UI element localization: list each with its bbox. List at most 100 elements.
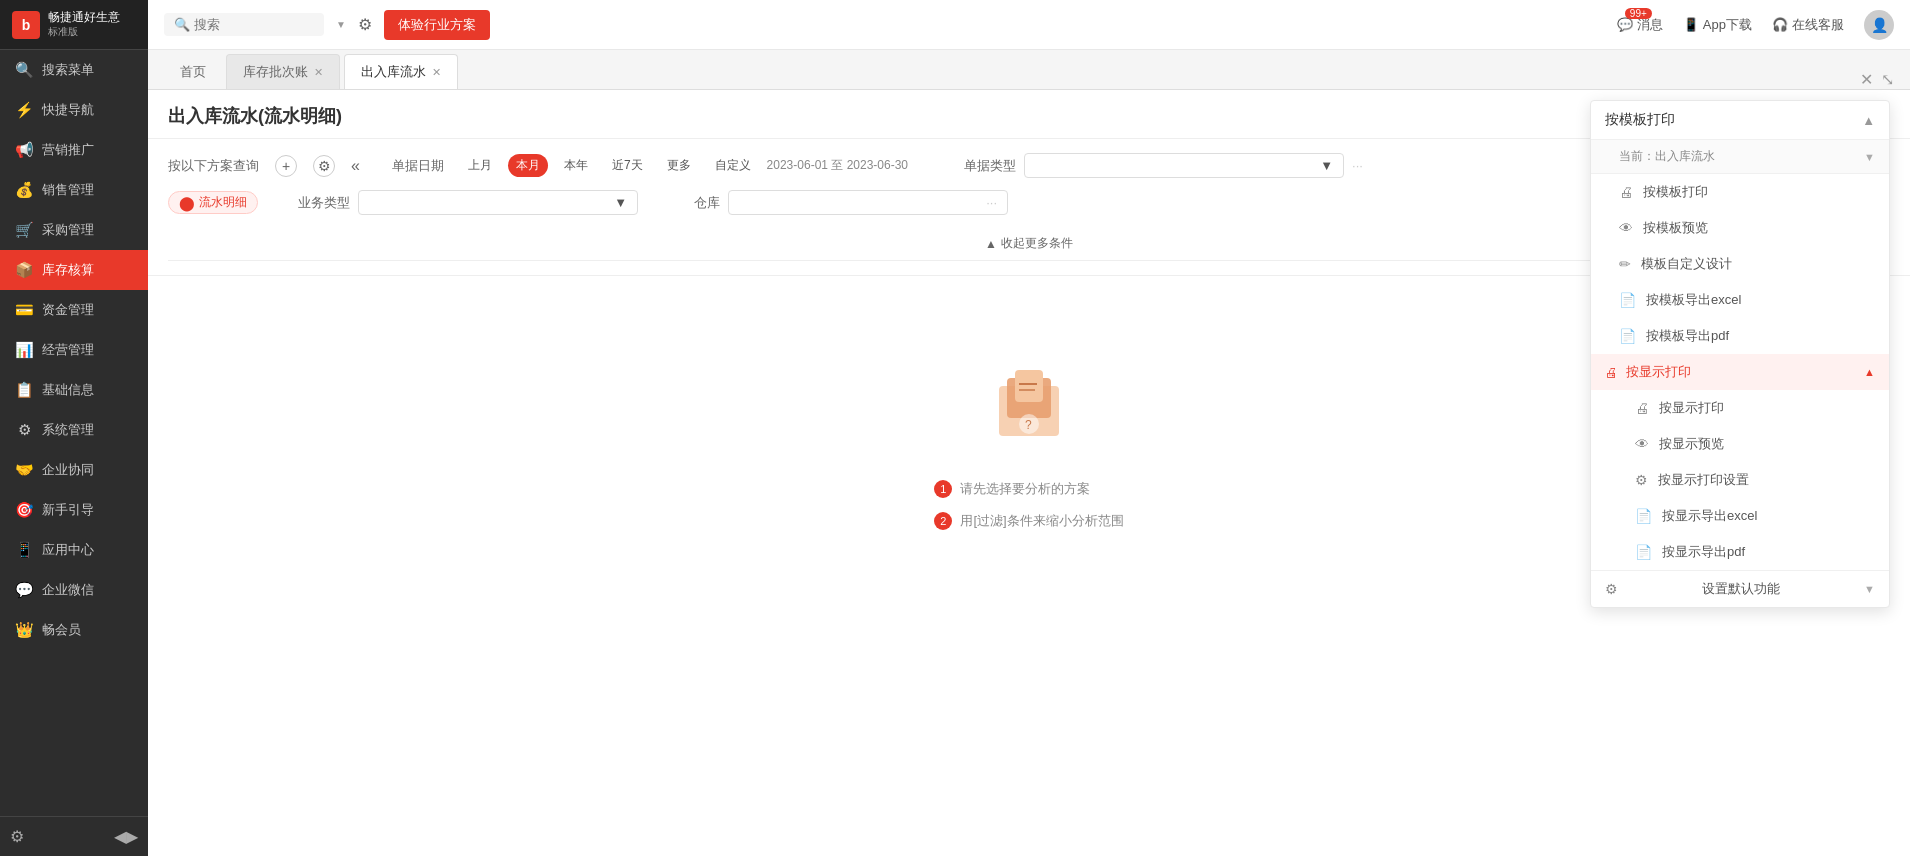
dp-display-print-settings[interactable]: ⚙ 按显示打印设置 — [1591, 462, 1889, 498]
sidebar-item-app-center[interactable]: 📱 应用中心 — [0, 530, 148, 570]
user-icon: 👤 — [1871, 17, 1888, 33]
current-label: 当前：出入库流水 — [1619, 148, 1715, 165]
sidebar-item-label: 畅会员 — [42, 621, 81, 639]
sidebar-item-label: 销售管理 — [42, 181, 94, 199]
search-box[interactable]: 🔍 — [164, 13, 324, 36]
chat-icon: 💬 — [14, 580, 34, 600]
topbar-settings-icon[interactable]: ⚙ — [358, 15, 372, 34]
business-type-select[interactable]: ▼ — [358, 190, 638, 215]
add-filter-btn[interactable]: + — [275, 155, 297, 177]
tab-home[interactable]: 首页 — [164, 55, 222, 89]
search-input[interactable] — [194, 17, 314, 32]
user-avatar[interactable]: 👤 — [1864, 10, 1894, 40]
dp-template-custom[interactable]: ✏ 模板自定义设计 — [1591, 246, 1889, 282]
warehouse-more[interactable]: ··· — [986, 195, 997, 210]
voucher-type-dropdown: ▼ — [1320, 158, 1333, 173]
sidebar-item-sales[interactable]: 💰 销售管理 — [0, 170, 148, 210]
dp-display-section-title: 🖨 按显示打印 — [1605, 363, 1691, 381]
warehouse-select[interactable]: ··· — [728, 190, 1008, 215]
filter-settings-btn[interactable]: ⚙ — [313, 155, 335, 177]
content-wrapper: 出入库流水(流水明细) 🖨 按模板打印 ▲ 📤 导出 🔄 — [148, 90, 1910, 856]
tab-label: 库存批次账 — [243, 63, 308, 81]
sidebar-item-label: 系统管理 — [42, 421, 94, 439]
date-this-year[interactable]: 本年 — [556, 154, 596, 177]
dp-display-section-header[interactable]: 🖨 按显示打印 ▲ — [1591, 354, 1889, 390]
search-dropdown-arrow[interactable]: ▼ — [336, 19, 346, 30]
top-bar: 🔍 ▼ ⚙ 体验行业方案 💬 消息 99+ 📱 App下载 🎧 — [148, 0, 1910, 50]
online-service-btn[interactable]: 🎧 在线客服 — [1772, 16, 1844, 34]
dropdown-close-chevron[interactable]: ▲ — [1862, 113, 1875, 128]
date-last-month[interactable]: 上月 — [460, 154, 500, 177]
dp-display-print[interactable]: 🖨 按显示打印 — [1591, 390, 1889, 426]
sidebar-item-guide[interactable]: 🎯 新手引导 — [0, 490, 148, 530]
sidebar-item-operations[interactable]: 📊 经营管理 — [0, 330, 148, 370]
tab-flow[interactable]: 出入库流水 ✕ — [344, 54, 458, 89]
dropdown-header: 按模板打印 ▲ — [1591, 101, 1889, 140]
date-last-7-days[interactable]: 近7天 — [604, 154, 651, 177]
sidebar-item-label: 资金管理 — [42, 301, 94, 319]
settings-default-icon: ⚙ — [1605, 581, 1618, 597]
printer-icon: 🖨 — [1619, 184, 1633, 200]
sidebar-item-member[interactable]: 👑 畅会员 — [0, 610, 148, 650]
collapse-sidebar-icon[interactable]: ◀▶ — [114, 827, 138, 846]
voucher-type-select[interactable]: ▼ — [1024, 153, 1344, 178]
dp-template-preview[interactable]: 👁 按模板预览 — [1591, 210, 1889, 246]
cart-icon: 🛒 — [14, 220, 34, 240]
dp-template-export-excel[interactable]: 📄 按模板导出excel — [1591, 282, 1889, 318]
clipboard-icon: 📋 — [14, 380, 34, 400]
industry-btn[interactable]: 体验行业方案 — [384, 10, 490, 40]
date-custom[interactable]: 自定义 — [707, 154, 759, 177]
business-type-label: 业务类型 — [298, 194, 350, 212]
settings-bottom-icon[interactable]: ⚙ — [10, 827, 24, 846]
app-download-label: App下载 — [1703, 16, 1752, 34]
settings-icon: ⚙ — [1635, 472, 1648, 488]
headset-icon: 🎧 — [1772, 17, 1788, 32]
flow-tag[interactable]: ⬤ 流水明细 — [168, 191, 258, 214]
megaphone-icon: 📢 — [14, 140, 34, 160]
app-download-btn[interactable]: 📱 App下载 — [1683, 16, 1752, 34]
dp-sub-item-label: 按显示导出excel — [1662, 507, 1757, 525]
business-type-section: 业务类型 ▼ — [298, 190, 638, 215]
collapse-filter-icon[interactable]: « — [351, 157, 360, 175]
chart-icon: 📊 — [14, 340, 34, 360]
close-window-icon[interactable]: ✕ — [1860, 70, 1873, 89]
maximize-window-icon[interactable]: ⤡ — [1881, 70, 1894, 89]
sidebar-item-basic[interactable]: 📋 基础信息 — [0, 370, 148, 410]
dp-sub-item-label: 按显示预览 — [1659, 435, 1724, 453]
svg-rect-2 — [1015, 370, 1043, 402]
dropdown-title: 按模板打印 — [1605, 111, 1675, 129]
dp-display-preview[interactable]: 👁 按显示预览 — [1591, 426, 1889, 462]
dp-display-export-excel[interactable]: 📄 按显示导出excel — [1591, 498, 1889, 534]
sidebar-item-finance[interactable]: 💳 资金管理 — [0, 290, 148, 330]
sidebar-item-label: 企业微信 — [42, 581, 94, 599]
sidebar-item-quick-nav[interactable]: ⚡ 快捷导航 — [0, 90, 148, 130]
dp-template-export-pdf[interactable]: 📄 按模板导出pdf — [1591, 318, 1889, 354]
tab-batch[interactable]: 库存批次账 ✕ — [226, 54, 340, 89]
tab-close-batch[interactable]: ✕ — [314, 66, 323, 79]
collapse-label: 收起更多条件 — [1001, 235, 1073, 252]
date-more[interactable]: 更多 — [659, 154, 699, 177]
date-this-month[interactable]: 本月 — [508, 154, 548, 177]
tab-close-flow[interactable]: ✕ — [432, 66, 441, 79]
sidebar-item-inventory[interactable]: 📦 库存核算 — [0, 250, 148, 290]
current-arrow: ▼ — [1864, 151, 1875, 163]
display-print-section-icon: 🖨 — [1605, 365, 1618, 380]
dp-template-print[interactable]: 🖨 按模板打印 — [1591, 174, 1889, 210]
sidebar-item-wechat[interactable]: 💬 企业微信 — [0, 570, 148, 610]
page-title: 出入库流水(流水明细) — [168, 104, 342, 128]
voucher-type-section: 单据类型 ▼ ··· — [964, 153, 1363, 178]
dp-footer-label: 设置默认功能 — [1702, 580, 1780, 598]
sidebar-item-system[interactable]: ⚙ 系统管理 — [0, 410, 148, 450]
dp-display-export-pdf[interactable]: 📄 按显示导出pdf — [1591, 534, 1889, 570]
message-btn[interactable]: 💬 消息 99+ — [1617, 16, 1663, 34]
sidebar-item-marketing[interactable]: 📢 营销推广 — [0, 130, 148, 170]
sidebar-item-search[interactable]: 🔍 搜索菜单 — [0, 50, 148, 90]
dp-footer[interactable]: ⚙ 设置默认功能 ▼ — [1591, 570, 1889, 607]
voucher-type-more[interactable]: ··· — [1352, 158, 1363, 173]
step-2-label: 用[过滤]条件来缩小分析范围 — [960, 508, 1123, 534]
date-filter: 上月 本月 本年 近7天 更多 自定义 2023-06-01 至 2023-06… — [460, 154, 908, 177]
dp-sub-item-label: 按显示打印设置 — [1658, 471, 1749, 489]
sidebar-item-collab[interactable]: 🤝 企业协同 — [0, 450, 148, 490]
sidebar-item-label: 采购管理 — [42, 221, 94, 239]
sidebar-item-purchase[interactable]: 🛒 采购管理 — [0, 210, 148, 250]
